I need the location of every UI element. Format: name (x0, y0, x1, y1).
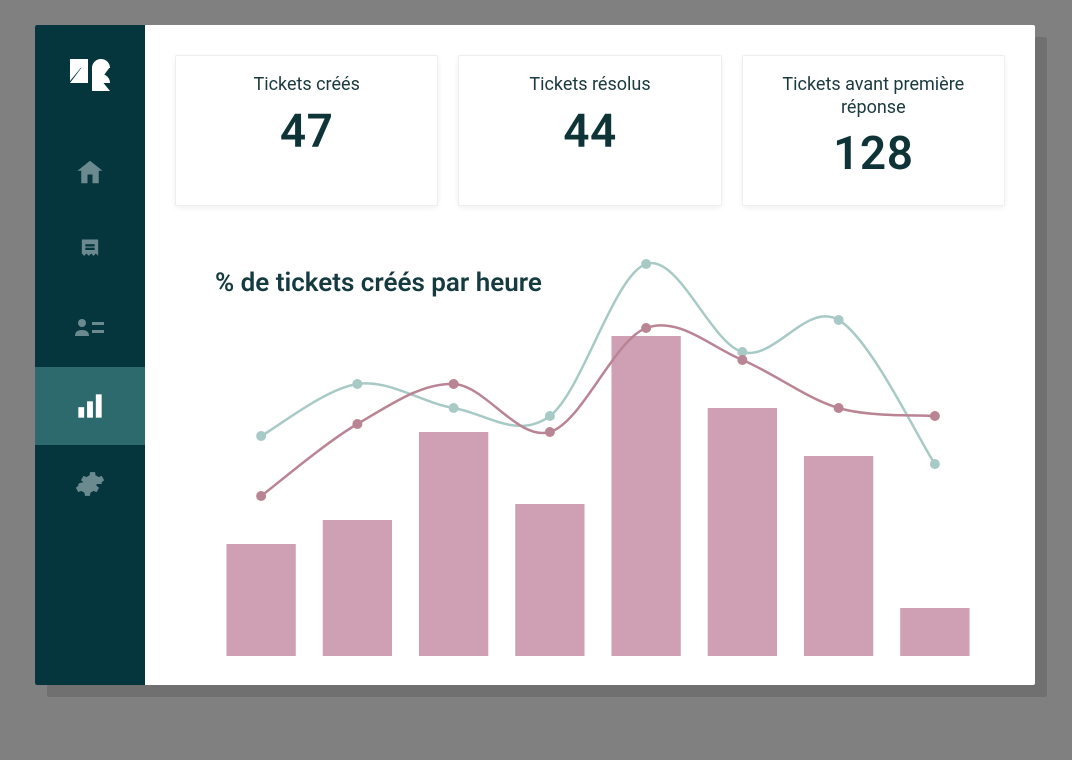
bar (323, 520, 392, 656)
bar (611, 336, 680, 656)
data-point (256, 431, 266, 441)
kpi-label: Tickets avant première réponse (753, 74, 994, 119)
chart-title: % de tickets créés par heure (215, 266, 542, 301)
nav-home[interactable] (35, 133, 145, 211)
data-point (930, 459, 940, 469)
bar (226, 544, 295, 656)
data-point (834, 403, 844, 413)
bar-chart-icon (75, 392, 105, 420)
data-point (930, 411, 940, 421)
gear-icon (75, 469, 105, 499)
bar (708, 408, 777, 656)
app-window: Tickets créés 47 Tickets résolus 44 Tick… (35, 25, 1035, 685)
nav-settings[interactable] (35, 445, 145, 523)
data-point (449, 379, 459, 389)
data-point (256, 491, 266, 501)
data-point (545, 427, 555, 437)
bar (900, 608, 969, 656)
kpi-row: Tickets créés 47 Tickets résolus 44 Tick… (175, 55, 1005, 206)
data-point (834, 315, 844, 325)
bar (419, 432, 488, 656)
nav-reports[interactable] (35, 367, 145, 445)
kpi-label: Tickets résolus (469, 74, 710, 97)
bar (804, 456, 873, 656)
main-content: Tickets créés 47 Tickets résolus 44 Tick… (145, 25, 1035, 685)
kpi-card-first-response: Tickets avant première réponse 128 (742, 55, 1005, 206)
data-point (352, 379, 362, 389)
kpi-value: 47 (186, 105, 427, 159)
kpi-label: Tickets créés (186, 74, 427, 97)
tickets-per-hour-chart (213, 246, 983, 685)
nav-tickets[interactable] (35, 211, 145, 289)
kpi-card-created: Tickets créés 47 (175, 55, 438, 206)
data-point (641, 259, 651, 269)
kpi-value: 128 (753, 127, 994, 181)
nav-users[interactable] (35, 289, 145, 367)
data-point (737, 355, 747, 365)
user-list-icon (75, 314, 105, 342)
data-point (545, 411, 555, 421)
home-icon (75, 157, 105, 187)
kpi-value: 44 (469, 105, 710, 159)
sidebar (35, 25, 145, 685)
zendesk-logo-icon (70, 59, 110, 95)
data-point (449, 403, 459, 413)
bar (515, 504, 584, 656)
document-icon (76, 236, 104, 264)
kpi-card-resolved: Tickets résolus 44 (458, 55, 721, 206)
data-point (641, 323, 651, 333)
chart-area: % de tickets créés par heure (175, 246, 1005, 685)
data-point (352, 419, 362, 429)
